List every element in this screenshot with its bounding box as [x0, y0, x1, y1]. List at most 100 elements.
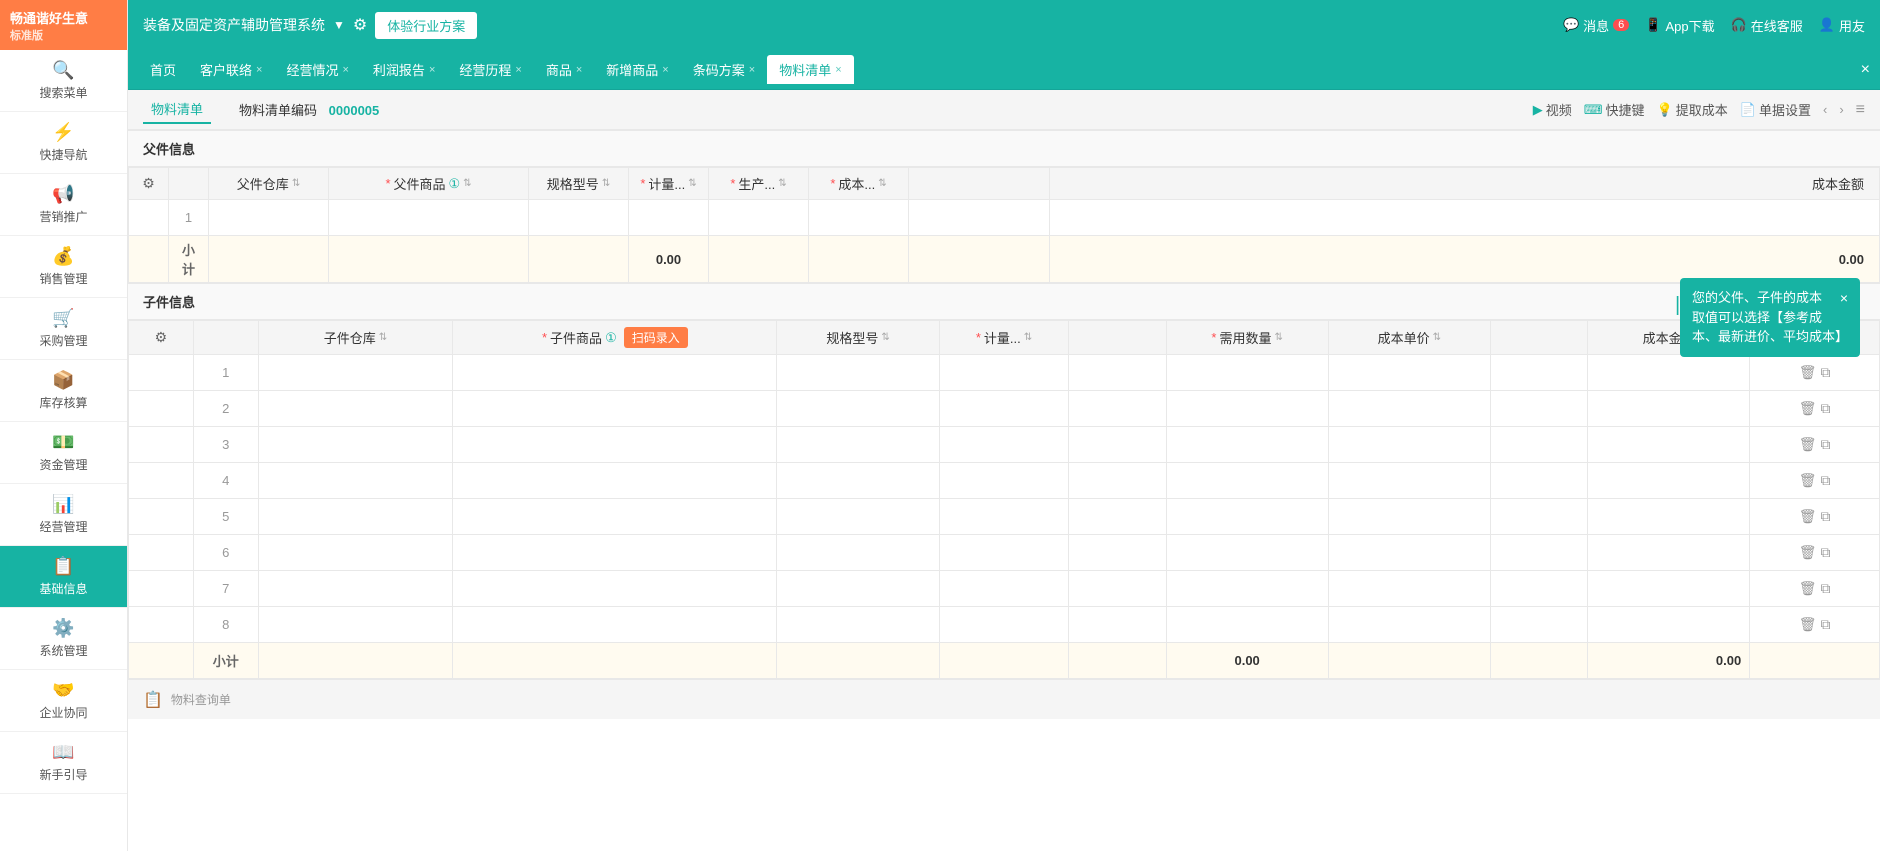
tab-newproduct-close[interactable]: ×: [662, 64, 668, 76]
child-r2-product[interactable]: [453, 391, 777, 427]
child-r6-qty[interactable]: [1166, 535, 1328, 571]
bottom-doc-icon[interactable]: 📋: [143, 690, 163, 710]
action-cost[interactable]: 💡 提取成本: [1657, 100, 1728, 119]
sidebar-item-inventory[interactable]: 📦 库存核算: [0, 360, 127, 422]
app-download-item[interactable]: 📱 App下载: [1645, 16, 1714, 35]
action-view[interactable]: ▶ 视频: [1533, 100, 1572, 119]
tab-product-close[interactable]: ×: [576, 64, 582, 76]
online-service-item[interactable]: 🎧 在线客服: [1731, 16, 1803, 35]
delete-icon-r4[interactable]: 🗑: [1799, 472, 1817, 489]
parent-row1-unit[interactable]: [629, 200, 709, 236]
child-r8-qty[interactable]: [1166, 607, 1328, 643]
child-r4-warehouse[interactable]: [258, 463, 453, 499]
child-r2-warehouse[interactable]: [258, 391, 453, 427]
child-r1-warehouse[interactable]: [258, 355, 453, 391]
child-r5-product[interactable]: [453, 499, 777, 535]
child-r6-warehouse[interactable]: [258, 535, 453, 571]
parent-row1-cost[interactable]: [809, 200, 909, 236]
copy-icon-r4[interactable]: ⧉: [1821, 472, 1831, 489]
child-r7-warehouse[interactable]: [258, 571, 453, 607]
child-r8-unit[interactable]: [939, 607, 1069, 643]
delete-icon-r5[interactable]: 🗑: [1799, 508, 1817, 525]
parent-row1-warehouse[interactable]: [209, 200, 329, 236]
sidebar-item-finance[interactable]: 💵 资金管理: [0, 422, 127, 484]
child-r4-spec[interactable]: [777, 463, 939, 499]
action-shortcut[interactable]: ⌨ 快捷键: [1584, 100, 1645, 119]
parent-gear-button[interactable]: ⚙: [142, 175, 155, 192]
sidebar-item-quicknav[interactable]: ⚡ 快捷导航: [0, 112, 127, 174]
tab-product[interactable]: 商品 ×: [534, 55, 594, 84]
child-r8-warehouse[interactable]: [258, 607, 453, 643]
sidebar-item-system[interactable]: ⚙️ 系统管理: [0, 608, 127, 670]
tab-history[interactable]: 经营历程 ×: [447, 55, 533, 84]
tab-home[interactable]: 首页: [138, 55, 188, 84]
delete-icon-r6[interactable]: 🗑: [1799, 544, 1817, 561]
sidebar-item-search[interactable]: 🔍 搜索菜单: [0, 50, 127, 112]
delete-icon-r1[interactable]: 🗑: [1799, 364, 1817, 381]
copy-icon-r3[interactable]: ⧉: [1821, 436, 1831, 453]
child-r1-unit[interactable]: [939, 355, 1069, 391]
child-r7-qty[interactable]: [1166, 571, 1328, 607]
copy-icon-r8[interactable]: ⧉: [1821, 616, 1831, 633]
child-r7-unit[interactable]: [939, 571, 1069, 607]
child-r7-spec[interactable]: [777, 571, 939, 607]
child-r1-qty[interactable]: [1166, 355, 1328, 391]
child-r6-product[interactable]: [453, 535, 777, 571]
child-r2-qty[interactable]: [1166, 391, 1328, 427]
child-r3-qty[interactable]: [1166, 427, 1328, 463]
child-r1-spec[interactable]: [777, 355, 939, 391]
child-r6-spec[interactable]: [777, 535, 939, 571]
child-r5-qty[interactable]: [1166, 499, 1328, 535]
tooltip-close-button[interactable]: ×: [1840, 288, 1848, 309]
tab-profit-close[interactable]: ×: [429, 64, 435, 76]
sidebar-item-sales[interactable]: 💰 销售管理: [0, 236, 127, 298]
child-r7-product[interactable]: [453, 571, 777, 607]
tab-barcode[interactable]: 条码方案 ×: [681, 55, 767, 84]
sub-tab-bom[interactable]: 物料清单: [143, 95, 211, 124]
copy-icon-r5[interactable]: ⧉: [1821, 508, 1831, 525]
copy-icon-r7[interactable]: ⧉: [1821, 580, 1831, 597]
tab-operation-close[interactable]: ×: [342, 64, 348, 76]
tab-customer[interactable]: 客户联络 ×: [188, 55, 274, 84]
experience-button[interactable]: 体验行业方案: [375, 12, 477, 39]
sidebar-item-purchase[interactable]: 🛒 采购管理: [0, 298, 127, 360]
child-r3-product[interactable]: [453, 427, 777, 463]
child-r3-unit[interactable]: [939, 427, 1069, 463]
action-settings[interactable]: 📄 单据设置: [1740, 100, 1811, 119]
child-r5-unit[interactable]: [939, 499, 1069, 535]
sidebar-item-cooperation[interactable]: 🤝 企业协同: [0, 670, 127, 732]
sidebar-item-operations[interactable]: 📊 经营管理: [0, 484, 127, 546]
child-r5-spec[interactable]: [777, 499, 939, 535]
parent-row1-product[interactable]: [329, 200, 529, 236]
sidebar-item-marketing[interactable]: 📢 营销推广: [0, 174, 127, 236]
user-item[interactable]: 👤 用友: [1819, 16, 1865, 35]
delete-icon-r2[interactable]: 🗑: [1799, 400, 1817, 417]
child-r4-unit[interactable]: [939, 463, 1069, 499]
copy-icon-r2[interactable]: ⧉: [1821, 400, 1831, 417]
tab-operation[interactable]: 经营情况 ×: [274, 55, 360, 84]
parent-row1-spec[interactable]: [529, 200, 629, 236]
nav-next-icon[interactable]: ›: [1839, 102, 1843, 117]
child-gear-button[interactable]: ⚙: [155, 329, 168, 346]
gear-settings-icon[interactable]: ⚙: [353, 15, 367, 35]
tab-newproduct[interactable]: 新增商品 ×: [594, 55, 680, 84]
copy-icon-r1[interactable]: ⧉: [1821, 364, 1831, 381]
child-r8-spec[interactable]: [777, 607, 939, 643]
child-r2-spec[interactable]: [777, 391, 939, 427]
child-r4-qty[interactable]: [1166, 463, 1328, 499]
child-r4-product[interactable]: [453, 463, 777, 499]
tab-barcode-close[interactable]: ×: [749, 64, 755, 76]
child-r1-product[interactable]: [453, 355, 777, 391]
copy-icon-r6[interactable]: ⧉: [1821, 544, 1831, 561]
child-r2-unit[interactable]: [939, 391, 1069, 427]
tab-bom[interactable]: 物料清单 ×: [767, 55, 853, 84]
child-r3-warehouse[interactable]: [258, 427, 453, 463]
sidebar-item-basicinfo[interactable]: 📋 基础信息: [0, 546, 127, 608]
delete-icon-r8[interactable]: 🗑: [1799, 616, 1817, 633]
delete-icon-r3[interactable]: 🗑: [1799, 436, 1817, 453]
child-r8-product[interactable]: [453, 607, 777, 643]
menu-icon[interactable]: ≡: [1856, 101, 1865, 119]
message-item[interactable]: 💬 消息 6: [1563, 16, 1629, 35]
close-all-tabs-icon[interactable]: ×: [1861, 61, 1870, 79]
tab-history-close[interactable]: ×: [515, 64, 521, 76]
